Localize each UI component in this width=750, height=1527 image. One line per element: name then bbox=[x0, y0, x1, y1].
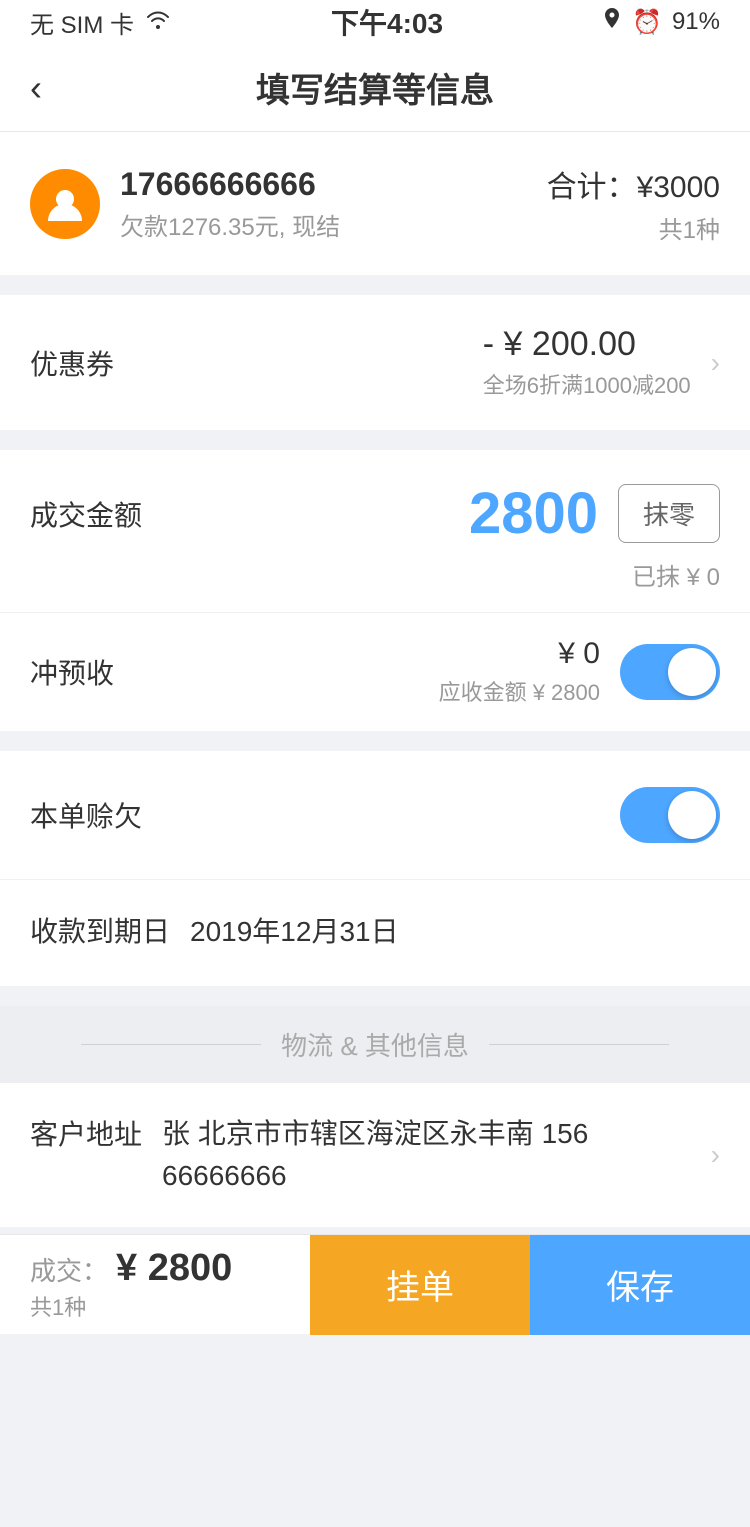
credit-section: 本单赊欠 收款到期日 2019年12月31日 bbox=[0, 751, 750, 986]
prepay-sub: 应收金额 ¥ 2800 bbox=[439, 675, 600, 707]
due-date-label: 收款到期日 bbox=[30, 910, 170, 950]
toggle-knob bbox=[668, 648, 716, 696]
round-button[interactable]: 抹零 bbox=[618, 484, 720, 543]
bottom-amount: ¥ 2800 bbox=[116, 1247, 232, 1290]
total-amount: 合计：¥3000 bbox=[547, 162, 720, 206]
status-left: 无 SIM 卡 bbox=[30, 5, 172, 40]
location-icon bbox=[602, 8, 622, 37]
prepay-amount: ¥ 0 bbox=[439, 637, 600, 671]
hold-button[interactable]: 挂单 bbox=[310, 1235, 530, 1335]
divider-text: 物流 & 其他信息 bbox=[281, 1026, 469, 1063]
logistics-divider: 物流 & 其他信息 bbox=[0, 1006, 750, 1083]
credit-row: 本单赊欠 bbox=[0, 751, 750, 879]
divider-line-right bbox=[489, 1044, 669, 1045]
transaction-sub: 已抹 ¥ 0 bbox=[0, 557, 750, 612]
coupon-arrow-icon: › bbox=[711, 347, 720, 379]
status-right: ⏰ 91% bbox=[602, 8, 720, 37]
due-date-value: 2019年12月31日 bbox=[190, 910, 399, 950]
transaction-label: 成交金额 bbox=[30, 494, 142, 534]
credit-toggle-knob bbox=[668, 791, 716, 839]
battery-text: 91% bbox=[672, 8, 720, 36]
sim-status: 无 SIM 卡 bbox=[30, 5, 134, 40]
address-arrow-icon: › bbox=[711, 1139, 720, 1171]
total-count: 共1种 bbox=[547, 210, 720, 245]
status-bar: 无 SIM 卡 下午4:03 ⏰ 91% bbox=[0, 0, 750, 44]
customer-debt: 欠款1276.35元, 现结 bbox=[120, 207, 340, 242]
address-label: 客户地址 bbox=[30, 1113, 142, 1153]
alarm-icon: ⏰ bbox=[632, 8, 662, 37]
address-value: 张 北京市市辖区海淀区永丰南 156 66666666 bbox=[162, 1113, 701, 1197]
credit-label: 本单赊欠 bbox=[30, 795, 142, 835]
credit-toggle[interactable] bbox=[620, 787, 720, 843]
back-button[interactable]: ‹ bbox=[30, 67, 42, 109]
coupon-amount: - ¥ 200.00 bbox=[483, 325, 691, 364]
save-button[interactable]: 保存 bbox=[530, 1235, 750, 1335]
due-date-row: 收款到期日 2019年12月31日 bbox=[0, 879, 750, 986]
address-row[interactable]: 客户地址 张 北京市市辖区海淀区永丰南 156 66666666 › bbox=[0, 1083, 750, 1227]
coupon-label: 优惠券 bbox=[30, 343, 114, 383]
bottom-info: 成交： ¥ 2800 共1种 bbox=[0, 1247, 310, 1322]
bottom-bar: 成交： ¥ 2800 共1种 挂单 保存 bbox=[0, 1234, 750, 1334]
divider-line-left bbox=[81, 1044, 261, 1045]
transaction-value: 2800 bbox=[469, 480, 598, 547]
prepay-toggle[interactable] bbox=[620, 644, 720, 700]
customer-phone: 17666666666 bbox=[120, 166, 340, 203]
avatar bbox=[30, 169, 100, 239]
transaction-section: 成交金额 2800 抹零 已抹 ¥ 0 冲预收 ¥ 0 应收金额 ¥ 2800 bbox=[0, 450, 750, 731]
status-time: 下午4:03 bbox=[331, 2, 443, 42]
prepay-label: 冲预收 bbox=[30, 652, 114, 692]
bottom-count: 共1种 bbox=[30, 1290, 280, 1322]
coupon-desc: 全场6折满1000减200 bbox=[483, 368, 691, 400]
prepay-row: 冲预收 ¥ 0 应收金额 ¥ 2800 bbox=[0, 612, 750, 731]
customer-section: 17666666666 欠款1276.35元, 现结 合计：¥3000 共1种 bbox=[0, 132, 750, 275]
page-title: 填写结算等信息 bbox=[256, 63, 494, 112]
wifi-icon bbox=[144, 8, 172, 36]
address-section: 客户地址 张 北京市市辖区海淀区永丰南 156 66666666 › bbox=[0, 1083, 750, 1227]
header: ‹ 填写结算等信息 bbox=[0, 44, 750, 132]
coupon-section[interactable]: 优惠券 - ¥ 200.00 全场6折满1000减200 › bbox=[0, 295, 750, 430]
bottom-deal-label: 成交： bbox=[30, 1251, 108, 1288]
